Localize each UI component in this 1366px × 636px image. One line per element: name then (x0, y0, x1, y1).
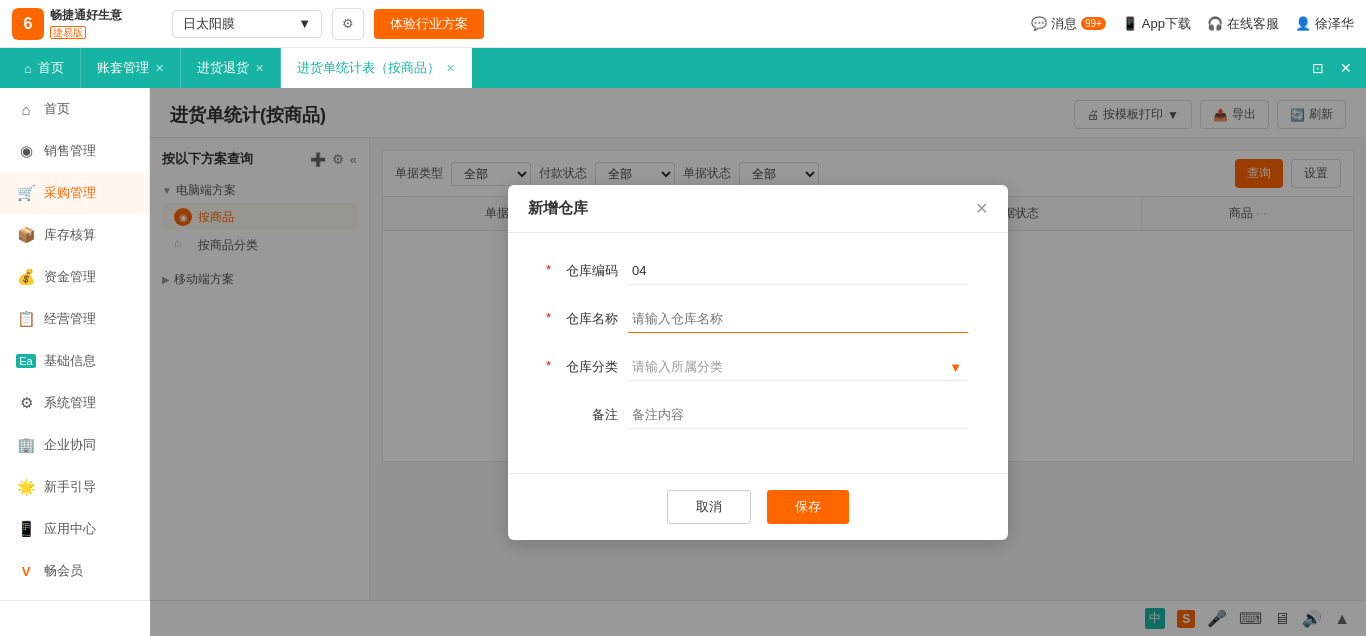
sidebar-item-operations[interactable]: 📋 经营管理 (0, 298, 149, 340)
form-row-warehouse-name: 仓库名称 (548, 305, 968, 333)
remark-label: 备注 (548, 406, 628, 424)
sidebar-item-finance[interactable]: 💰 资金管理 (0, 256, 149, 298)
sidebar-item-app-center[interactable]: 📱 应用中心 (0, 508, 149, 550)
sidebar-item-system[interactable]: ⚙ 系统管理 (0, 382, 149, 424)
logo-badge: 捷易版 (50, 24, 122, 40)
gear-icon: ⚙ (342, 16, 354, 31)
sidebar-item-sales[interactable]: ◉ 销售管理 (0, 130, 149, 172)
top-right-area: 💬 消息 99+ 📱 App下载 🎧 在线客服 👤 徐泽华 (1031, 15, 1354, 33)
nav-restore-icon[interactable]: ⊡ (1306, 60, 1330, 76)
logo-area: 6 畅捷通好生意 捷易版 (12, 7, 162, 40)
enterprise-icon: 🏢 (16, 436, 36, 454)
warehouse-code-input[interactable] (628, 257, 968, 285)
sidebar-item-guide[interactable]: 🌟 新手引导 (0, 466, 149, 508)
dialog-close-button[interactable]: ✕ (975, 199, 988, 218)
warehouse-name-input[interactable] (628, 305, 968, 333)
warehouse-category-select[interactable]: 请输入所属分类 (628, 353, 968, 381)
sidebar-item-purchase[interactable]: 🛒 采购管理 (0, 172, 149, 214)
warehouse-name-label: 仓库名称 (548, 310, 628, 328)
new-warehouse-dialog: 新增仓库 ✕ 仓库编码 仓库名称 仓库 (508, 185, 1008, 540)
basic-info-icon: Ea (16, 354, 36, 368)
sales-icon: ◉ (16, 142, 36, 160)
mobile-icon: 📱 (1122, 16, 1138, 31)
content-area: 进货单统计(按商品) 🖨 按模板打印 ▼ 📤 导出 🔄 刷新 (150, 88, 1366, 636)
dialog-body: 仓库编码 仓库名称 仓库分类 请输入所属分类 (508, 233, 1008, 473)
store-selector[interactable]: 日太阳膜 ▼ (172, 10, 322, 38)
tab-close-icon[interactable]: ✕ (446, 62, 455, 75)
save-button[interactable]: 保存 (767, 490, 849, 524)
logo-text: 畅捷通好生意 捷易版 (50, 7, 122, 40)
sidebar-item-vip[interactable]: V 畅会员 (0, 550, 149, 592)
cancel-button[interactable]: 取消 (667, 490, 751, 524)
sidebar-item-basic-info[interactable]: Ea 基础信息 (0, 340, 149, 382)
home-icon: ⌂ (24, 61, 32, 76)
home-icon: ⌂ (16, 101, 36, 118)
app-center-icon: 📱 (16, 520, 36, 538)
sidebar-item-enterprise[interactable]: 🏢 企业协同 (0, 424, 149, 466)
system-icon: ⚙ (16, 394, 36, 412)
form-row-warehouse-category: 仓库分类 请输入所属分类 ▼ (548, 353, 968, 381)
nav-tabs: ⌂ 首页 账套管理 ✕ 进货退货 ✕ 进货单统计表（按商品） ✕ ⊡ ✕ (0, 48, 1366, 88)
nav-tabs-right: ⊡ ✕ (1306, 60, 1358, 76)
sidebar: ⌂ 首页 ◉ 销售管理 🛒 采购管理 📦 库存核算 💰 资金管理 📋 经营管理 … (0, 88, 150, 636)
modal-overlay: 新增仓库 ✕ 仓库编码 仓库名称 仓库 (150, 88, 1366, 636)
tab-purchase-stats[interactable]: 进货单统计表（按商品） ✕ (281, 48, 472, 88)
nav-close-icon[interactable]: ✕ (1334, 60, 1358, 76)
gear-button[interactable]: ⚙ (332, 8, 364, 40)
form-row-warehouse-code: 仓库编码 (548, 257, 968, 285)
user-profile[interactable]: 👤 徐泽华 (1295, 15, 1354, 33)
sidebar-item-inventory[interactable]: 📦 库存核算 (0, 214, 149, 256)
headphone-icon: 🎧 (1207, 16, 1223, 31)
tab-close-icon[interactable]: ✕ (155, 62, 164, 75)
main-layout: ⌂ 首页 ◉ 销售管理 🛒 采购管理 📦 库存核算 💰 资金管理 📋 经营管理 … (0, 88, 1366, 636)
user-icon: 👤 (1295, 16, 1311, 31)
dialog-title: 新增仓库 (528, 199, 588, 218)
dialog-header: 新增仓库 ✕ (508, 185, 1008, 233)
message-notification[interactable]: 💬 消息 99+ (1031, 15, 1106, 33)
online-service[interactable]: 🎧 在线客服 (1207, 15, 1279, 33)
tab-close-icon[interactable]: ✕ (255, 62, 264, 75)
tab-account[interactable]: 账套管理 ✕ (81, 48, 181, 88)
form-row-remark: 备注 (548, 401, 968, 429)
notification-badge: 99+ (1081, 17, 1106, 30)
inventory-icon: 📦 (16, 226, 36, 244)
message-icon: 💬 (1031, 16, 1047, 31)
operations-icon: 📋 (16, 310, 36, 328)
top-bar: 6 畅捷通好生意 捷易版 日太阳膜 ▼ ⚙ 体验行业方案 💬 消息 99+ 📱 … (0, 0, 1366, 48)
tab-purchase-return[interactable]: 进货退货 ✕ (181, 48, 281, 88)
trial-button[interactable]: 体验行业方案 (374, 9, 484, 39)
warehouse-category-label: 仓库分类 (548, 358, 628, 376)
app-download[interactable]: 📱 App下载 (1122, 15, 1191, 33)
tab-home[interactable]: ⌂ 首页 (8, 48, 81, 88)
vip-icon: V (16, 564, 36, 579)
dialog-footer: 取消 保存 (508, 473, 1008, 540)
logo-icon: 6 (12, 8, 44, 40)
chevron-down-icon: ▼ (298, 16, 311, 31)
finance-icon: 💰 (16, 268, 36, 286)
sidebar-item-home[interactable]: ⌂ 首页 (0, 88, 149, 130)
remark-input[interactable] (628, 401, 968, 429)
guide-icon: 🌟 (16, 478, 36, 496)
warehouse-code-label: 仓库编码 (548, 262, 628, 280)
purchase-icon: 🛒 (16, 184, 36, 202)
